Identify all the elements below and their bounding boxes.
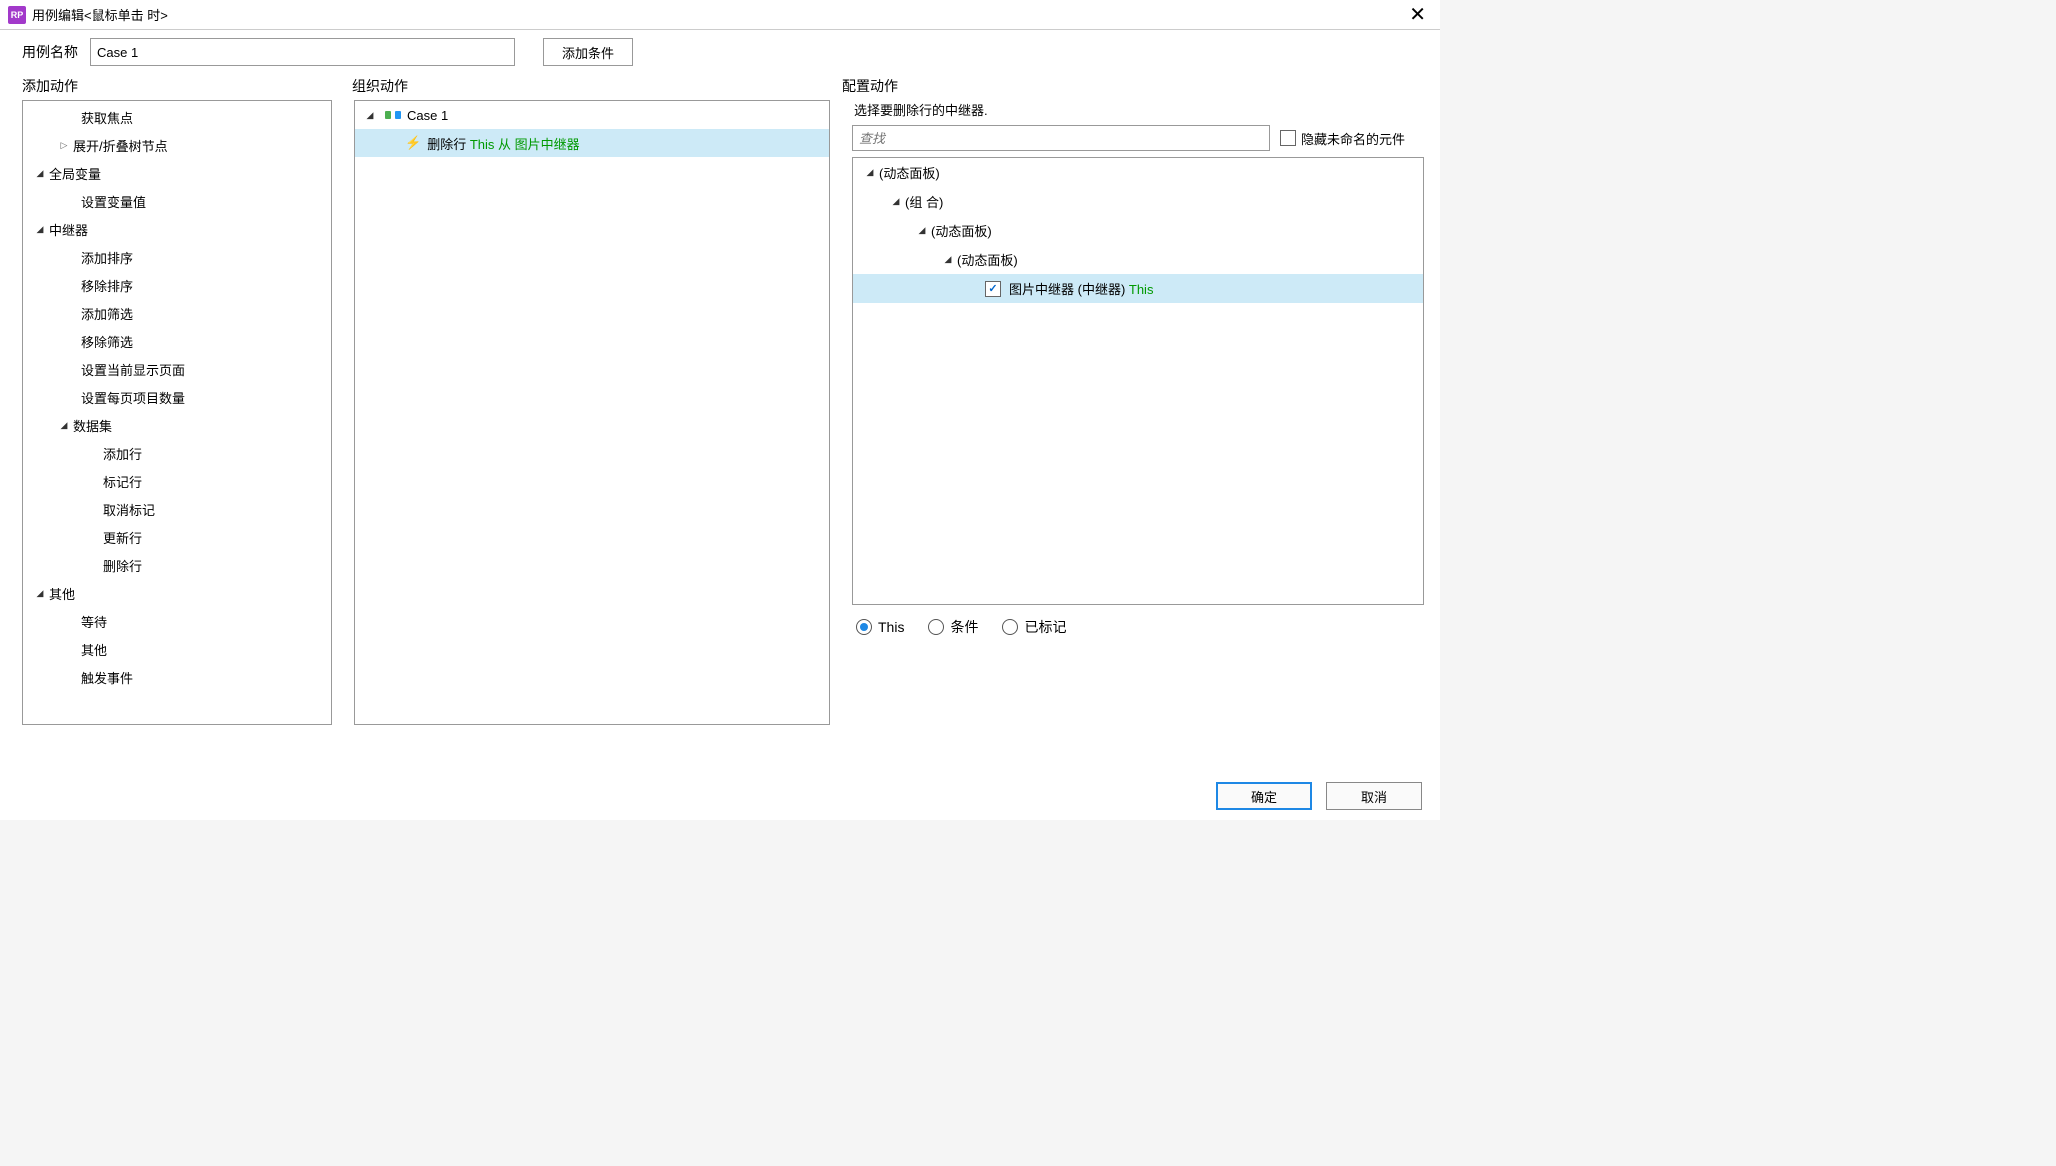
chevron-right-icon [59,140,69,151]
action-item[interactable]: 添加排序 [23,243,331,271]
radio-this[interactable]: This [856,619,904,635]
action-item[interactable]: 设置每页项目数量 [23,383,331,411]
cancel-button[interactable]: 取消 [1326,782,1422,810]
action-item[interactable]: 删除行 [23,551,331,579]
header-organize-action: 组织动作 [352,76,842,96]
action-item[interactable]: 获取焦点 [23,103,331,131]
titlebar: RP 用例编辑<鼠标单击 时> ✕ [0,0,1440,30]
action-row-selected[interactable]: ⚡ 删除行 This 从 图片中继器 [355,129,829,157]
action-item[interactable]: 移除排序 [23,271,331,299]
case-name-input[interactable] [90,38,515,66]
dialog-footer: 确定 取消 [0,772,1440,820]
chevron-down-icon [891,196,901,207]
ok-button[interactable]: 确定 [1216,782,1312,810]
organize-panel: Case 1 ⚡ 删除行 This 从 图片中继器 [354,100,830,725]
action-item[interactable]: 设置变量值 [23,187,331,215]
case-label: Case 1 [407,108,448,123]
case-icon [385,109,401,121]
top-row: 用例名称 添加条件 [0,30,1440,70]
bolt-icon: ⚡ [405,135,421,151]
section-headers: 添加动作 组织动作 配置动作 [0,70,1440,100]
actions-tree[interactable]: 获取焦点 展开/折叠树节点 全局变量 设置变量值 中继器 添加排序 移除排序 添… [23,101,331,724]
action-item[interactable]: 移除筛选 [23,327,331,355]
window-title: 用例编辑<鼠标单击 时> [32,5,1403,24]
tree-node-selected[interactable]: ✓ 图片中继器 (中继器) This [853,274,1423,303]
chevron-down-icon [365,110,375,121]
search-input[interactable] [852,125,1270,151]
action-description: 删除行 This 从 图片中继器 [427,134,579,153]
row-filter-radios: This 条件 已标记 [852,605,1424,649]
case-row[interactable]: Case 1 [355,101,829,129]
header-configure-action: 配置动作 [842,76,1424,96]
config-instruction: 选择要删除行的中继器. [852,100,1424,119]
close-icon[interactable]: ✕ [1403,2,1432,27]
action-group-dataset[interactable]: 数据集 [23,411,331,439]
action-item[interactable]: 取消标记 [23,495,331,523]
checkbox-icon [1280,130,1296,146]
add-condition-button[interactable]: 添加条件 [543,38,633,66]
header-add-action: 添加动作 [22,76,352,96]
checkbox-checked-icon[interactable]: ✓ [985,281,1001,297]
action-group-repeater[interactable]: 中继器 [23,215,331,243]
chevron-down-icon [35,224,45,235]
chevron-down-icon [917,225,927,236]
radio-off-icon [928,619,944,635]
action-group-other[interactable]: 其他 [23,579,331,607]
chevron-down-icon [59,420,69,431]
hide-unnamed-checkbox[interactable]: 隐藏未命名的元件 [1280,129,1405,148]
action-item[interactable]: 标记行 [23,467,331,495]
action-item[interactable]: 等待 [23,607,331,635]
hide-unnamed-label: 隐藏未命名的元件 [1301,129,1405,148]
configure-panel: 选择要删除行的中继器. 隐藏未命名的元件 (动态面板) (组 合) (动态面板)… [852,100,1424,772]
chevron-down-icon [865,167,875,178]
action-item[interactable]: 其他 [23,635,331,663]
radio-off-icon [1002,619,1018,635]
tree-node[interactable]: (动态面板) [853,216,1423,245]
widget-tree[interactable]: (动态面板) (组 合) (动态面板) (动态面板) ✓ 图片中继器 (中继器)… [852,157,1424,605]
radio-on-icon [856,619,872,635]
case-name-label: 用例名称 [22,42,78,62]
radio-marked[interactable]: 已标记 [1002,617,1066,637]
chevron-down-icon [35,168,45,179]
tree-node[interactable]: (动态面板) [853,245,1423,274]
action-item[interactable]: 添加筛选 [23,299,331,327]
action-group-global[interactable]: 全局变量 [23,159,331,187]
action-item[interactable]: 设置当前显示页面 [23,355,331,383]
tree-node[interactable]: (动态面板) [853,158,1423,187]
chevron-down-icon [943,254,953,265]
app-icon: RP [8,6,26,24]
action-item[interactable]: 触发事件 [23,663,331,691]
tree-node-label: 图片中继器 (中继器) This [1009,279,1153,298]
action-item-expandable[interactable]: 展开/折叠树节点 [23,131,331,159]
chevron-down-icon [35,588,45,599]
radio-condition[interactable]: 条件 [928,617,978,637]
action-item[interactable]: 更新行 [23,523,331,551]
actions-panel: 获取焦点 展开/折叠树节点 全局变量 设置变量值 中继器 添加排序 移除排序 添… [22,100,332,725]
tree-node[interactable]: (组 合) [853,187,1423,216]
action-item[interactable]: 添加行 [23,439,331,467]
